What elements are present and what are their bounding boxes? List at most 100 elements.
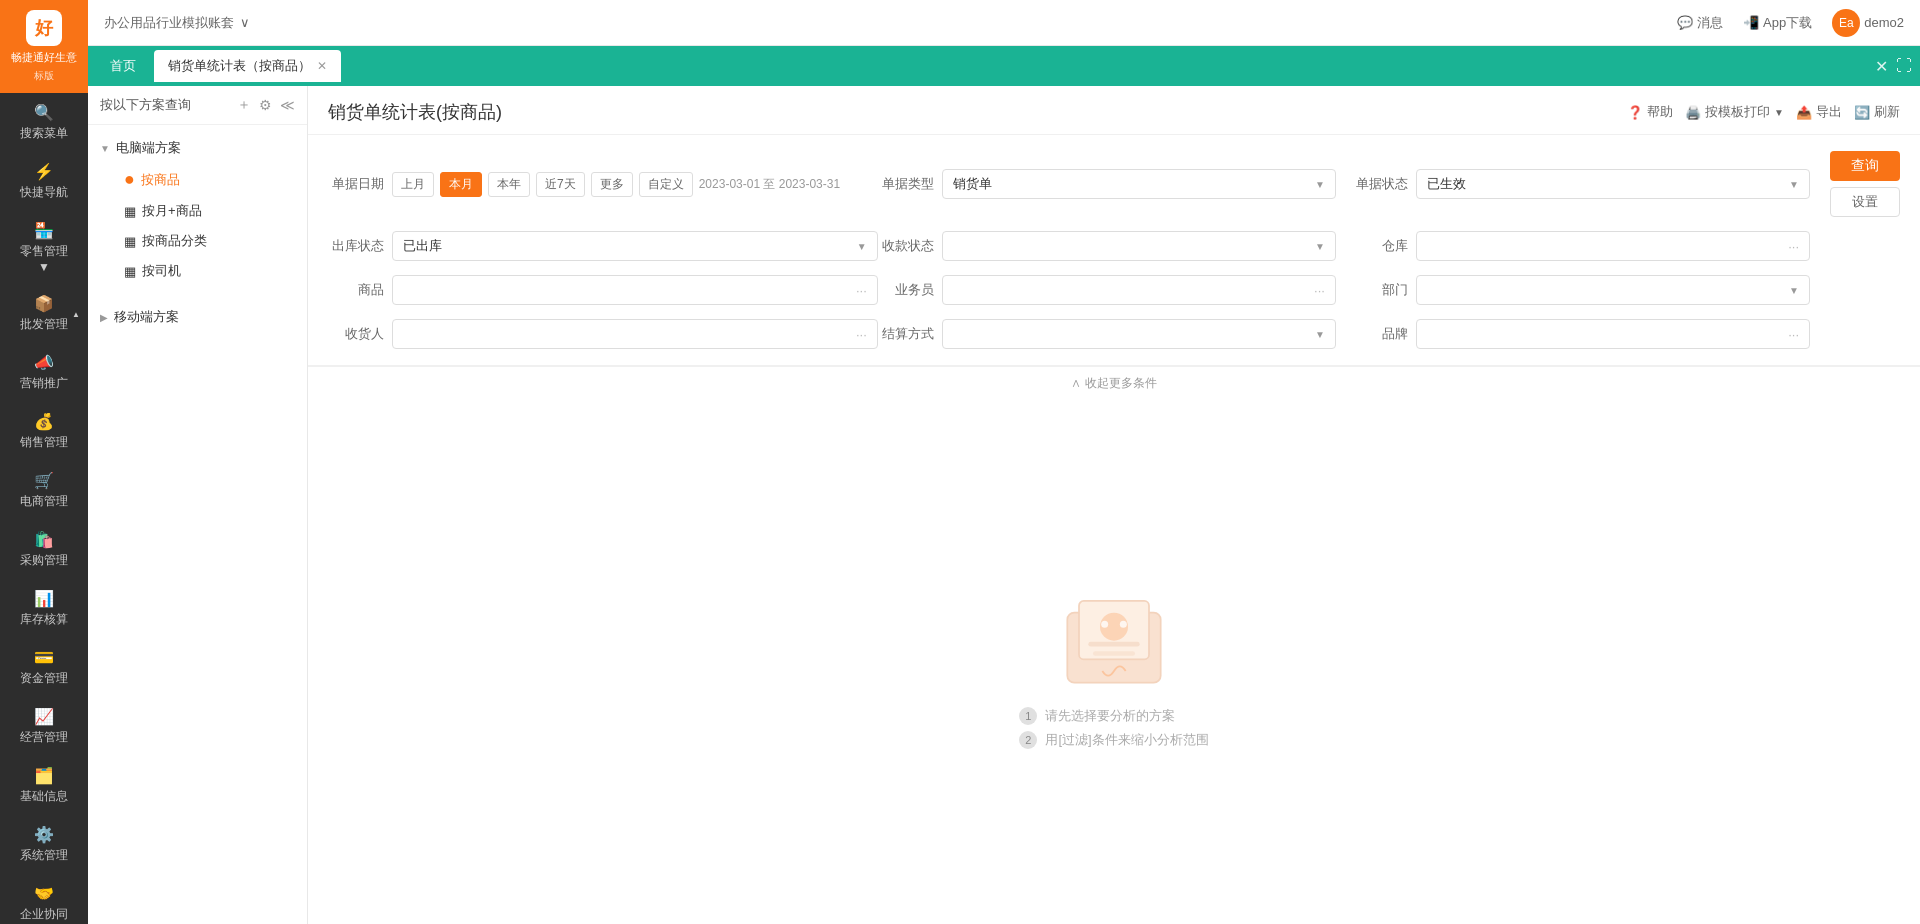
tab-sales-stat[interactable]: 销货单统计表（按商品） ✕ <box>154 50 341 82</box>
date-btn-this-month[interactable]: 本月 <box>440 172 482 197</box>
empty-illustration <box>1044 576 1184 699</box>
sidebar-item-system[interactable]: ⚙️ 系统管理 <box>0 815 88 874</box>
sidebar-label-wholesale: 批发管理 <box>20 316 68 333</box>
sidebar-item-search[interactable]: 🔍 搜索菜单 <box>0 93 88 152</box>
sidebar-item-quicknav[interactable]: ⚡ 快捷导航 <box>0 152 88 211</box>
by-driver-label: 按司机 <box>142 262 181 280</box>
sidebar-item-inventory[interactable]: 📊 库存核算 <box>0 579 88 638</box>
doc-type-label: 单据类型 <box>878 175 934 193</box>
collapse-bar[interactable]: ∧ 收起更多条件 <box>308 366 1920 400</box>
filter-receipt-status-field: 收款状态 ▼ <box>878 231 1336 261</box>
tab-close-icon[interactable]: ✕ <box>317 59 327 73</box>
scheme-by-product[interactable]: ● 按商品 <box>116 163 307 196</box>
svg-point-6 <box>1120 620 1127 627</box>
filter-area: 单据日期 上月 本月 本年 近7天 更多 自定义 2023-03-01 至 20… <box>308 135 1920 366</box>
recipient-input[interactable]: ··· <box>392 319 878 349</box>
by-month-product-icon: ▦ <box>124 204 136 219</box>
sidebar-item-wholesale[interactable]: 📦 批发管理 <box>0 284 88 343</box>
date-btn-this-year[interactable]: 本年 <box>488 172 530 197</box>
sidebar-item-ecommerce[interactable]: 🛒 电商管理 <box>0 461 88 520</box>
brand-input[interactable]: ··· <box>1416 319 1810 349</box>
export-btn[interactable]: 📤 导出 <box>1796 103 1842 121</box>
by-category-label: 按商品分类 <box>142 232 207 250</box>
by-month-product-label: 按月+商品 <box>142 202 202 220</box>
filter-date-field: 单据日期 上月 本月 本年 近7天 更多 自定义 2023-03-01 至 20… <box>328 172 878 197</box>
by-product-dot: ● <box>124 169 135 190</box>
sidebar-item-operations[interactable]: 📈 经营管理 <box>0 697 88 756</box>
search-icon: 🔍 <box>34 103 54 122</box>
by-category-icon: ▦ <box>124 234 136 249</box>
out-status-input[interactable]: 已出库 ▼ <box>392 231 878 261</box>
tab-close-all-icon[interactable]: ✕ <box>1875 57 1888 76</box>
filter-row-2: 出库状态 已出库 ▼ 收款状态 ▼ <box>328 231 1900 261</box>
collapse-panel-btn[interactable]: ≪ <box>280 97 295 113</box>
refresh-btn[interactable]: 🔄 刷新 <box>1854 103 1900 121</box>
settlement-chevron: ▼ <box>1315 329 1325 340</box>
date-btn-7days[interactable]: 近7天 <box>536 172 585 197</box>
sidebar-item-purchase[interactable]: 🛍️ 采购管理 <box>0 520 88 579</box>
settlement-input[interactable]: ▼ <box>942 319 1336 349</box>
setting-btn[interactable]: 设置 <box>1830 187 1900 217</box>
salesperson-label: 业务员 <box>878 281 934 299</box>
query-btn[interactable]: 查询 <box>1830 151 1900 181</box>
warehouse-dots: ··· <box>1788 239 1799 254</box>
app-name: 畅捷通好生意 <box>11 50 77 65</box>
sales-icon: 💰 <box>34 412 54 431</box>
date-btn-last-month[interactable]: 上月 <box>392 172 434 197</box>
message-btn[interactable]: 💬 消息 <box>1677 14 1723 32</box>
print-chevron: ▼ <box>1774 107 1784 118</box>
sidebar-item-marketing[interactable]: 📣 营销推广 <box>0 343 88 402</box>
recipient-dots: ··· <box>856 327 867 342</box>
product-input[interactable]: ··· <box>392 275 878 305</box>
date-label: 单据日期 <box>328 175 384 193</box>
desktop-scheme-node[interactable]: ▼ 电脑端方案 <box>88 133 307 163</box>
left-panel-title: 按以下方案查询 <box>100 96 229 114</box>
warehouse-input[interactable]: ··· <box>1416 231 1810 261</box>
department-input[interactable]: ▼ <box>1416 275 1810 305</box>
app-download-btn[interactable]: 📲 App下载 <box>1743 14 1812 32</box>
help-label: 帮助 <box>1647 103 1673 121</box>
tab-home[interactable]: 首页 <box>96 50 150 82</box>
sidebar-item-finance[interactable]: 💳 资金管理 <box>0 638 88 697</box>
empty-step-1: 1 请先选择要分析的方案 <box>1019 707 1208 725</box>
filter-product-field: 商品 ··· <box>328 275 878 305</box>
scheme-by-category[interactable]: ▦ 按商品分类 <box>116 226 307 256</box>
help-btn[interactable]: ❓ 帮助 <box>1627 103 1673 121</box>
receipt-status-input[interactable]: ▼ <box>942 231 1336 261</box>
sidebar-item-retail[interactable]: 🏪 零售管理 <box>0 211 88 284</box>
app-logo[interactable]: 好 畅捷通好生意 标版 <box>0 0 88 93</box>
sidebar-label-marketing: 营销推广 <box>20 375 68 392</box>
filter-recipient-field: 收货人 ··· <box>328 319 878 349</box>
sidebar-item-basics[interactable]: 🗂️ 基础信息 <box>0 756 88 815</box>
mobile-scheme-group: ▶ 移动端方案 <box>88 294 307 340</box>
doc-status-chevron: ▼ <box>1789 179 1799 190</box>
app-subtext: 标版 <box>34 69 54 83</box>
doc-type-input[interactable]: 销货单 ▼ <box>942 169 1336 199</box>
settings-scheme-btn[interactable]: ⚙ <box>259 97 272 113</box>
basics-icon: 🗂️ <box>34 766 54 785</box>
filter-settlement-field: 结算方式 ▼ <box>878 319 1336 349</box>
brand-label: 品牌 <box>1352 325 1408 343</box>
salesperson-input[interactable]: ··· <box>942 275 1336 305</box>
user-profile-btn[interactable]: Ea demo2 <box>1832 9 1904 37</box>
doc-status-input[interactable]: 已生效 ▼ <box>1416 169 1810 199</box>
scheme-by-driver[interactable]: ▦ 按司机 <box>116 256 307 286</box>
scheme-by-month-product[interactable]: ▦ 按月+商品 <box>116 196 307 226</box>
filter-section: 单据日期 上月 本月 本年 近7天 更多 自定义 2023-03-01 至 20… <box>308 135 1920 400</box>
sidebar-label-basics: 基础信息 <box>20 788 68 805</box>
date-btn-custom[interactable]: 自定义 <box>639 172 693 197</box>
sidebar-item-enterprise[interactable]: 🤝 企业协同 <box>0 874 88 924</box>
mobile-scheme-node[interactable]: ▶ 移动端方案 <box>88 302 307 332</box>
wholesale-icon: 📦 <box>34 294 54 313</box>
date-btn-more[interactable]: 更多 <box>591 172 633 197</box>
sidebar-item-sales[interactable]: 💰 销售管理 <box>0 402 88 461</box>
sidebar-label-enterprise: 企业协同 <box>20 906 68 923</box>
page-actions: ❓ 帮助 🖨️ 按模板打印 ▼ 📤 导出 🔄 刷新 <box>1627 103 1900 121</box>
topbar: 办公用品行业模拟账套 ∨ 💬 消息 📲 App下载 Ea demo2 <box>88 0 1920 46</box>
add-scheme-btn[interactable]: ＋ <box>237 96 251 114</box>
filter-row-4: 收货人 ··· 结算方式 ▼ <box>328 319 1900 349</box>
warehouse-label: 仓库 <box>1352 237 1408 255</box>
empty-tip-2: 用[过滤]条件来缩小分析范围 <box>1045 731 1208 749</box>
tab-expand-icon[interactable]: ⛶ <box>1896 57 1912 75</box>
template-print-btn[interactable]: 🖨️ 按模板打印 ▼ <box>1685 103 1784 121</box>
